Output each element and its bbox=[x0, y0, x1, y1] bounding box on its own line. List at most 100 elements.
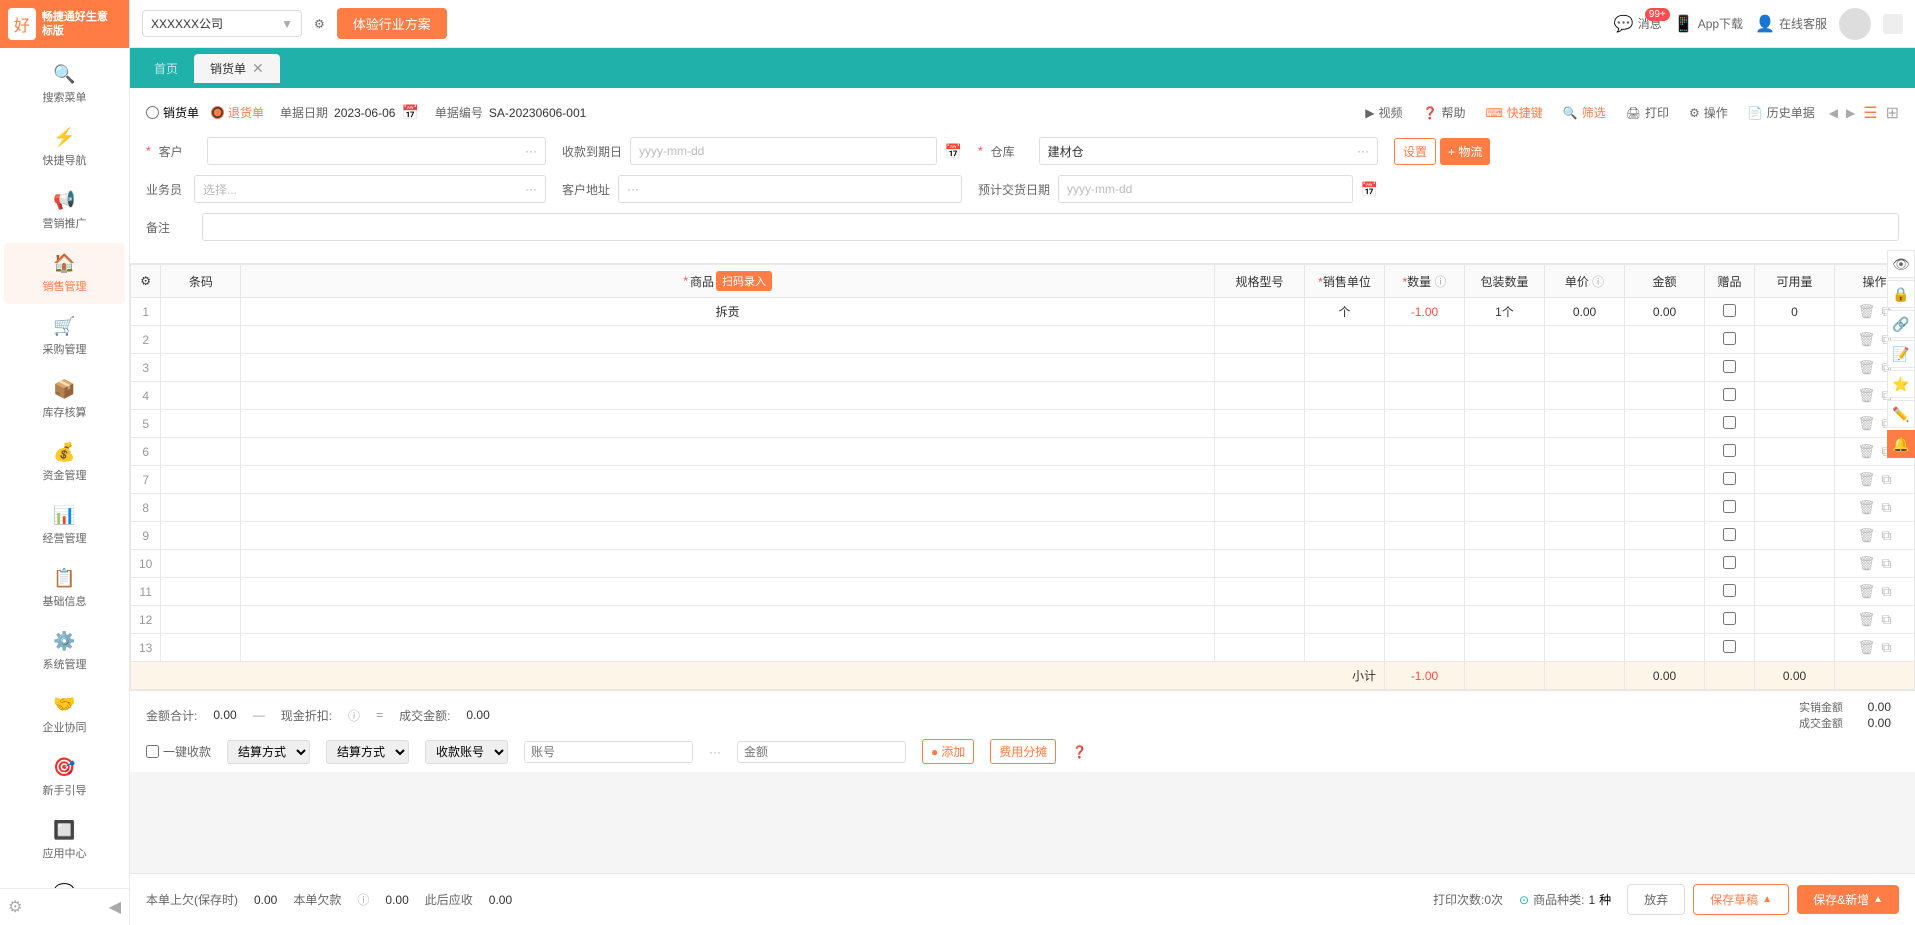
save-new-button[interactable]: 保存&新增 ▲ bbox=[1797, 885, 1899, 914]
sidebar-item-search[interactable]: 🔍 搜索菜单 bbox=[4, 54, 125, 115]
total-debt-info-icon[interactable]: ⓘ bbox=[357, 891, 369, 908]
sidebar-item-wechat[interactable]: 💬 企业微信 bbox=[4, 873, 125, 888]
fee-split-button[interactable]: 费用分摊 bbox=[990, 739, 1056, 764]
sidebar-item-finance[interactable]: 💰 资金管理 bbox=[4, 432, 125, 493]
sidebar-settings-icon[interactable]: ⚙ bbox=[8, 897, 22, 917]
sidebar-item-system[interactable]: ⚙️ 系统管理 bbox=[4, 621, 125, 682]
settle-calc-select[interactable]: 结算方式 bbox=[326, 740, 409, 764]
col-unit[interactable]: *销售单位 bbox=[1305, 265, 1385, 298]
delete-icon[interactable]: 🗑 bbox=[1858, 555, 1876, 572]
col-barcode[interactable]: 条码 bbox=[161, 265, 241, 298]
pkg-qty-cell[interactable]: 1个 bbox=[1465, 298, 1545, 326]
gift-checkbox[interactable] bbox=[1723, 304, 1736, 317]
salesperson-input[interactable]: 选择... ··· bbox=[194, 175, 546, 203]
abandon-button[interactable]: 放弃 bbox=[1627, 884, 1685, 915]
radio-return[interactable]: 退货单 bbox=[211, 104, 264, 121]
customer-input[interactable]: ··· bbox=[207, 137, 546, 165]
copy-icon[interactable]: ⧉ bbox=[1881, 555, 1891, 572]
filter-btn[interactable]: 🔍 筛选 bbox=[1557, 100, 1612, 125]
date-value[interactable]: 2023-06-06 bbox=[334, 106, 395, 120]
help-btn[interactable]: ❓ 帮助 bbox=[1417, 100, 1472, 125]
sidebar-item-inventory[interactable]: 📦 库存核算 bbox=[4, 369, 125, 430]
col-qty[interactable]: *数量 ⓘ bbox=[1385, 265, 1465, 298]
online-service-action[interactable]: 👤 在线客服 bbox=[1755, 14, 1827, 34]
save-new-chevron-icon[interactable]: ▲ bbox=[1873, 894, 1883, 905]
qty-info-icon[interactable]: ⓘ bbox=[1435, 275, 1447, 289]
unit-cell[interactable] bbox=[1305, 326, 1385, 354]
float-alert-btn[interactable]: 🔔 bbox=[1887, 430, 1915, 458]
delete-icon[interactable]: 🗑 bbox=[1858, 415, 1876, 432]
price-cell[interactable]: 0.00 bbox=[1545, 298, 1625, 326]
settle-method-select[interactable]: 结算方式 bbox=[227, 740, 310, 764]
receive-date-calendar-icon[interactable]: 📅 bbox=[945, 143, 962, 160]
save-draft-chevron-icon[interactable]: ▲ bbox=[1762, 894, 1772, 905]
sidebar-item-quicknav[interactable]: ⚡ 快捷导航 bbox=[4, 117, 125, 178]
topbar-settings-icon[interactable]: ⚙ bbox=[310, 13, 329, 35]
delete-icon[interactable]: 🗑 bbox=[1858, 499, 1876, 516]
receive-date-input[interactable]: yyyy-mm-dd bbox=[630, 137, 937, 165]
col-settings[interactable]: ⚙ bbox=[131, 265, 161, 298]
card-view-icon[interactable]: ⊞ bbox=[1886, 103, 1899, 123]
print-btn[interactable]: 🖨 打印 bbox=[1620, 100, 1675, 125]
copy-icon[interactable]: ⧉ bbox=[1881, 471, 1891, 488]
delete-icon[interactable]: 🗑 bbox=[1858, 359, 1876, 376]
company-selector[interactable]: XXXXXX公司 ▼ bbox=[142, 10, 302, 37]
copy-icon[interactable]: ⧉ bbox=[1881, 499, 1891, 516]
copy-icon[interactable]: ⧉ bbox=[1881, 639, 1891, 656]
history-btn[interactable]: 📄 历史单据 bbox=[1742, 100, 1821, 125]
delete-icon[interactable]: 🗑 bbox=[1858, 527, 1876, 544]
logistics-button[interactable]: + 物流 bbox=[1440, 138, 1490, 165]
next-icon[interactable]: ▶ bbox=[1846, 106, 1855, 120]
prev-icon[interactable]: ◀ bbox=[1829, 106, 1838, 120]
pkg-qty-cell[interactable] bbox=[1465, 326, 1545, 354]
add-button[interactable]: ● 添加 bbox=[922, 739, 974, 764]
fee-help-icon[interactable]: ❓ bbox=[1072, 745, 1087, 759]
sidebar-collapse-icon[interactable]: ◀ bbox=[109, 897, 121, 917]
copy-icon[interactable]: ⧉ bbox=[1881, 611, 1891, 628]
float-edit-btn[interactable]: ✏️ bbox=[1887, 400, 1915, 428]
date-calendar-icon[interactable]: 📅 bbox=[401, 104, 418, 121]
delete-icon[interactable]: 🗑 bbox=[1858, 611, 1876, 628]
user-avatar[interactable] bbox=[1839, 8, 1871, 40]
float-star-btn[interactable]: ⭐ bbox=[1887, 370, 1915, 398]
sidebar-item-app-center[interactable]: 🔲 应用中心 bbox=[4, 810, 125, 871]
delete-icon[interactable]: 🗑 bbox=[1858, 387, 1876, 404]
save-draft-button[interactable]: 保存草稿 ▲ bbox=[1693, 884, 1789, 915]
discount-info-icon[interactable]: ⓘ bbox=[348, 707, 360, 724]
spec-cell[interactable] bbox=[1215, 298, 1305, 326]
delete-icon[interactable]: 🗑 bbox=[1858, 583, 1876, 600]
tab-sales-order[interactable]: 销货单 ✕ bbox=[194, 54, 280, 83]
no-value[interactable]: SA-20230606-001 bbox=[489, 106, 586, 120]
qty-cell[interactable] bbox=[1385, 326, 1465, 354]
trial-button[interactable]: 体验行业方案 bbox=[337, 8, 447, 39]
delete-icon[interactable]: 🗑 bbox=[1858, 303, 1876, 320]
radio-sale[interactable]: 销货单 bbox=[146, 104, 199, 121]
warehouse-input[interactable]: 建材仓 ··· bbox=[1039, 137, 1378, 165]
tab-home[interactable]: 首页 bbox=[138, 54, 194, 83]
delete-icon[interactable]: 🗑 bbox=[1858, 639, 1876, 656]
price-cell[interactable] bbox=[1545, 326, 1625, 354]
col-spec[interactable]: 规格型号 bbox=[1215, 265, 1305, 298]
barcode-cell[interactable] bbox=[161, 326, 241, 354]
float-eye-btn[interactable]: 👁 bbox=[1887, 250, 1915, 278]
video-btn[interactable]: ▶ 视频 bbox=[1359, 100, 1408, 125]
radio-return-input[interactable] bbox=[211, 106, 224, 119]
tab-close-icon[interactable]: ✕ bbox=[252, 60, 264, 77]
col-product[interactable]: * 商品 扫码录入 bbox=[241, 265, 1215, 298]
radio-sale-input[interactable] bbox=[146, 106, 159, 119]
amount-cell[interactable] bbox=[1625, 326, 1705, 354]
message-action[interactable]: 💬 消息 99+ bbox=[1614, 14, 1662, 34]
operation-btn[interactable]: ⚙ 操作 bbox=[1683, 100, 1734, 125]
app-download-action[interactable]: 📱 App下载 bbox=[1674, 14, 1743, 34]
user-avatar2[interactable] bbox=[1883, 14, 1903, 34]
delivery-date-input[interactable]: yyyy-mm-dd bbox=[1058, 175, 1353, 203]
warehouse-more-icon[interactable]: ··· bbox=[1357, 144, 1369, 158]
gift-cell[interactable] bbox=[1705, 326, 1755, 354]
gift-checkbox[interactable] bbox=[1723, 332, 1736, 345]
copy-icon[interactable]: ⧉ bbox=[1881, 527, 1891, 544]
notes-input[interactable] bbox=[202, 213, 1899, 241]
account-input[interactable] bbox=[524, 741, 693, 763]
spec-cell[interactable] bbox=[1215, 326, 1305, 354]
col-price[interactable]: 单价 ⓘ bbox=[1545, 265, 1625, 298]
sidebar-item-collab[interactable]: 🤝 企业协同 bbox=[4, 684, 125, 745]
